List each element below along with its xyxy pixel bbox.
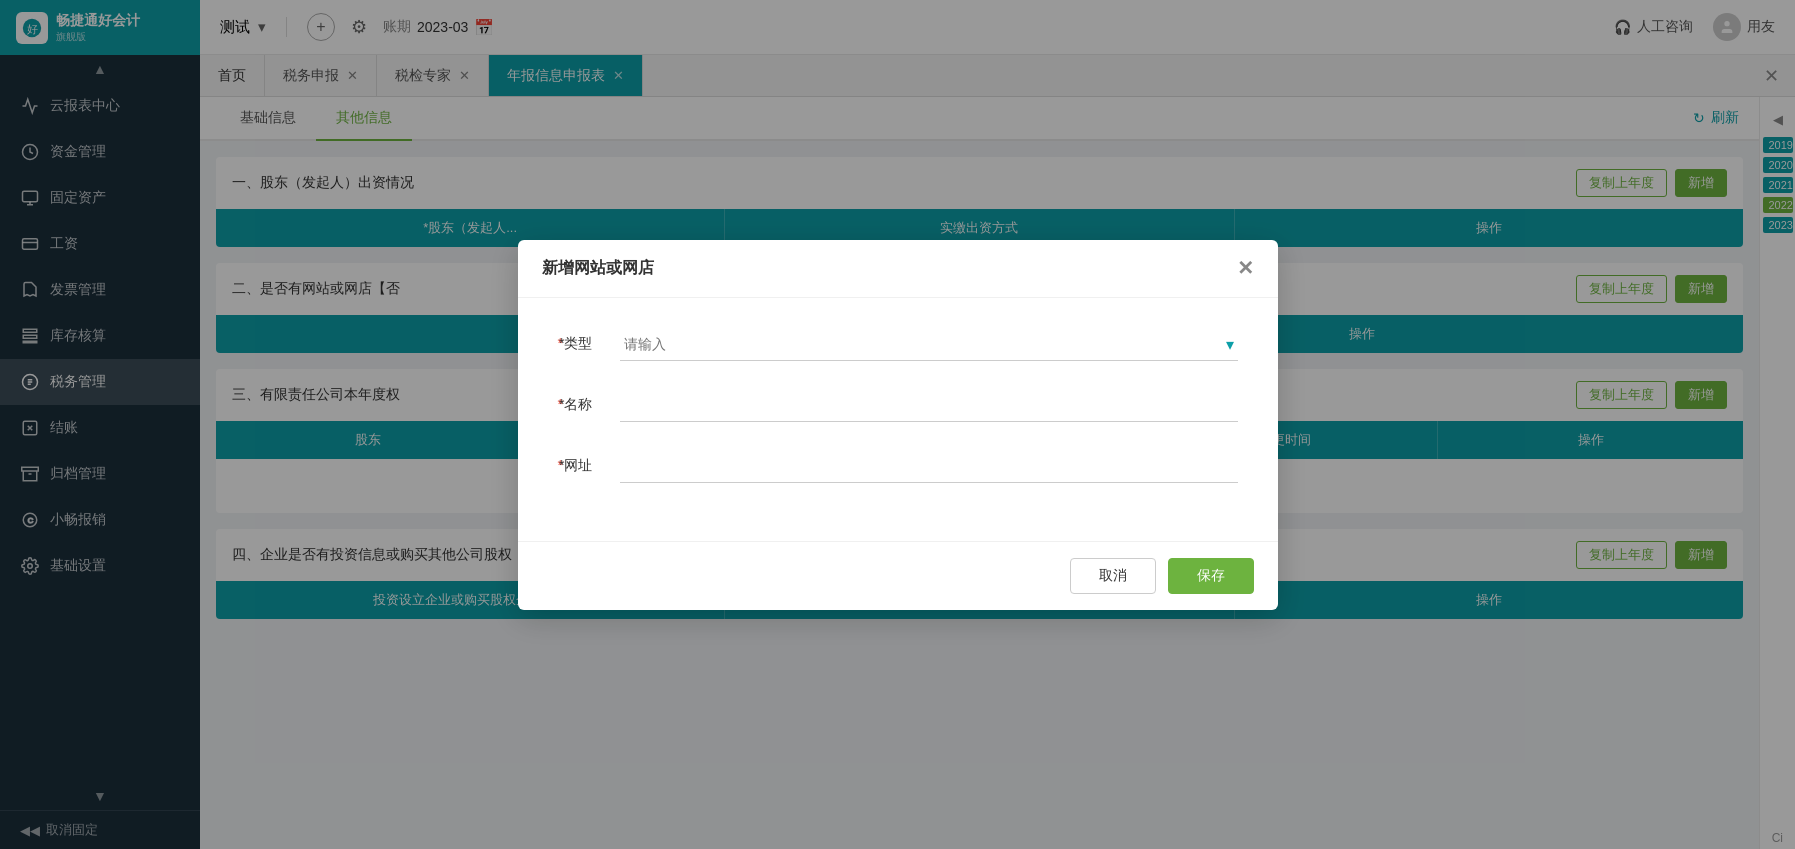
url-label: **网址 xyxy=(558,457,608,475)
modal-title: 新增网站或网店 xyxy=(542,258,654,279)
url-input[interactable] xyxy=(620,450,1238,483)
name-label: **名称 xyxy=(558,396,608,414)
form-row-name: **名称 xyxy=(558,389,1238,422)
type-label: **类型 xyxy=(558,335,608,353)
save-button[interactable]: 保存 xyxy=(1168,558,1254,594)
cancel-button[interactable]: 取消 xyxy=(1070,558,1156,594)
type-select-wrapper: ▾ xyxy=(620,328,1238,361)
form-field-type: **类型 ▾ xyxy=(558,328,1238,361)
form-field-name: **名称 xyxy=(558,389,1238,422)
add-website-modal: 新增网站或网店 ✕ **类型 ▾ * xyxy=(518,240,1278,610)
modal-footer: 取消 保存 xyxy=(518,541,1278,610)
type-input[interactable] xyxy=(620,328,1238,361)
modal-overlay: 新增网站或网店 ✕ **类型 ▾ * xyxy=(0,0,1795,849)
modal-body: **类型 ▾ **名称 xyxy=(518,298,1278,541)
form-row-type: **类型 ▾ xyxy=(558,328,1238,361)
modal-header: 新增网站或网店 ✕ xyxy=(518,240,1278,298)
form-row-url: **网址 xyxy=(558,450,1238,483)
name-input[interactable] xyxy=(620,389,1238,422)
form-field-url: **网址 xyxy=(558,450,1238,483)
modal-close-button[interactable]: ✕ xyxy=(1237,258,1254,278)
